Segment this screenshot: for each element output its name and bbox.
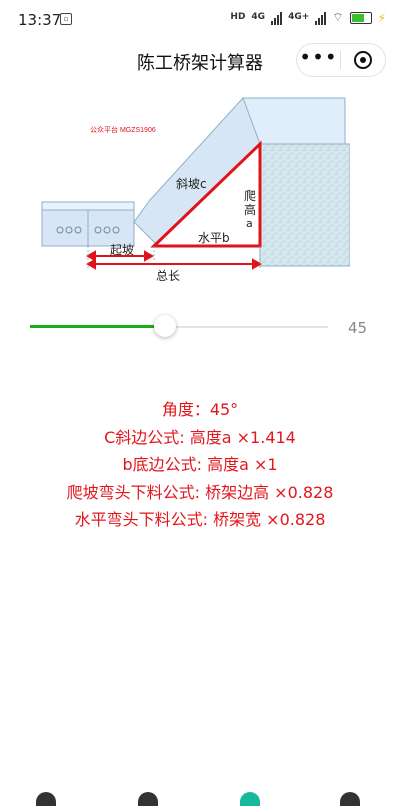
target-icon <box>353 51 372 69</box>
upper-tray <box>242 97 346 145</box>
bottom-tab-bar <box>0 790 400 806</box>
tab-icon-1[interactable] <box>36 792 56 806</box>
tab-icon-4[interactable] <box>340 792 360 806</box>
climb-elbow-formula-text: 爬坡弯头下料公式: 桥架边高 ×0.828 <box>66 482 334 502</box>
tab-icon-2[interactable] <box>138 792 158 806</box>
status-time: 13:37 <box>18 11 62 29</box>
nav-bar: 陈工桥架计算器 ••• <box>0 40 400 82</box>
battery-icon <box>349 11 372 24</box>
slope-label: 斜坡c <box>176 177 207 191</box>
wall-block <box>259 143 350 267</box>
slope-tray <box>133 97 261 245</box>
c-formula-text: C斜边公式: 高度a ×1.414 <box>104 427 296 447</box>
slider-fill <box>30 325 165 328</box>
watermark-text: 公众平台 MGZS1906 <box>90 125 156 134</box>
lower-tray-top <box>41 201 135 211</box>
results-panel: 角度：45° C斜边公式: 高度a ×1.414 b底边公式: 高度a ×1 爬… <box>0 396 400 534</box>
angle-text: 角度：45° <box>161 400 239 419</box>
mini-program-capsule: ••• <box>296 43 386 77</box>
horizontal-elbow-formula-text: 水平弯头下料公式: 桥架宽 ×0.828 <box>74 510 326 529</box>
climb-label-2: 高 <box>244 202 256 217</box>
angle-slider[interactable] <box>30 312 330 342</box>
b-formula-text: b底边公式: 高度a ×1 <box>122 455 278 474</box>
network-4gplus-label: 4G+ <box>288 12 310 22</box>
more-dots-icon[interactable]: ••• <box>297 47 340 67</box>
climb-label-1: 爬 <box>244 189 256 203</box>
status-icons: HD 4G 4G+ ⌔ ⚡ <box>230 10 386 25</box>
tab-icon-3[interactable] <box>240 792 260 806</box>
signal-icon-2 <box>315 11 327 25</box>
wifi-icon: ⌔ <box>332 10 344 24</box>
start-slope-label: 起坡 <box>110 243 134 257</box>
bridge-diagram: 公众平台 MGZS1906 斜坡c 爬 高 a 水平b 起坡 总长 <box>41 97 350 283</box>
status-bar: 13:37 ▫ HD 4G 4G+ ⌔ ⚡ <box>0 0 400 40</box>
close-button[interactable] <box>341 51 384 69</box>
slider-thumb[interactable] <box>154 315 176 337</box>
charging-icon: ⚡ <box>377 10 386 25</box>
slider-value: 45 <box>348 319 368 337</box>
notification-icon: ▫ <box>60 13 72 25</box>
hd-icon: HD <box>230 12 246 22</box>
horizontal-label: 水平b <box>198 231 230 245</box>
climb-label-3: a <box>246 217 253 230</box>
network-4g-label: 4G <box>251 12 266 22</box>
total-length-label: 总长 <box>156 269 180 283</box>
signal-icon <box>271 11 283 25</box>
